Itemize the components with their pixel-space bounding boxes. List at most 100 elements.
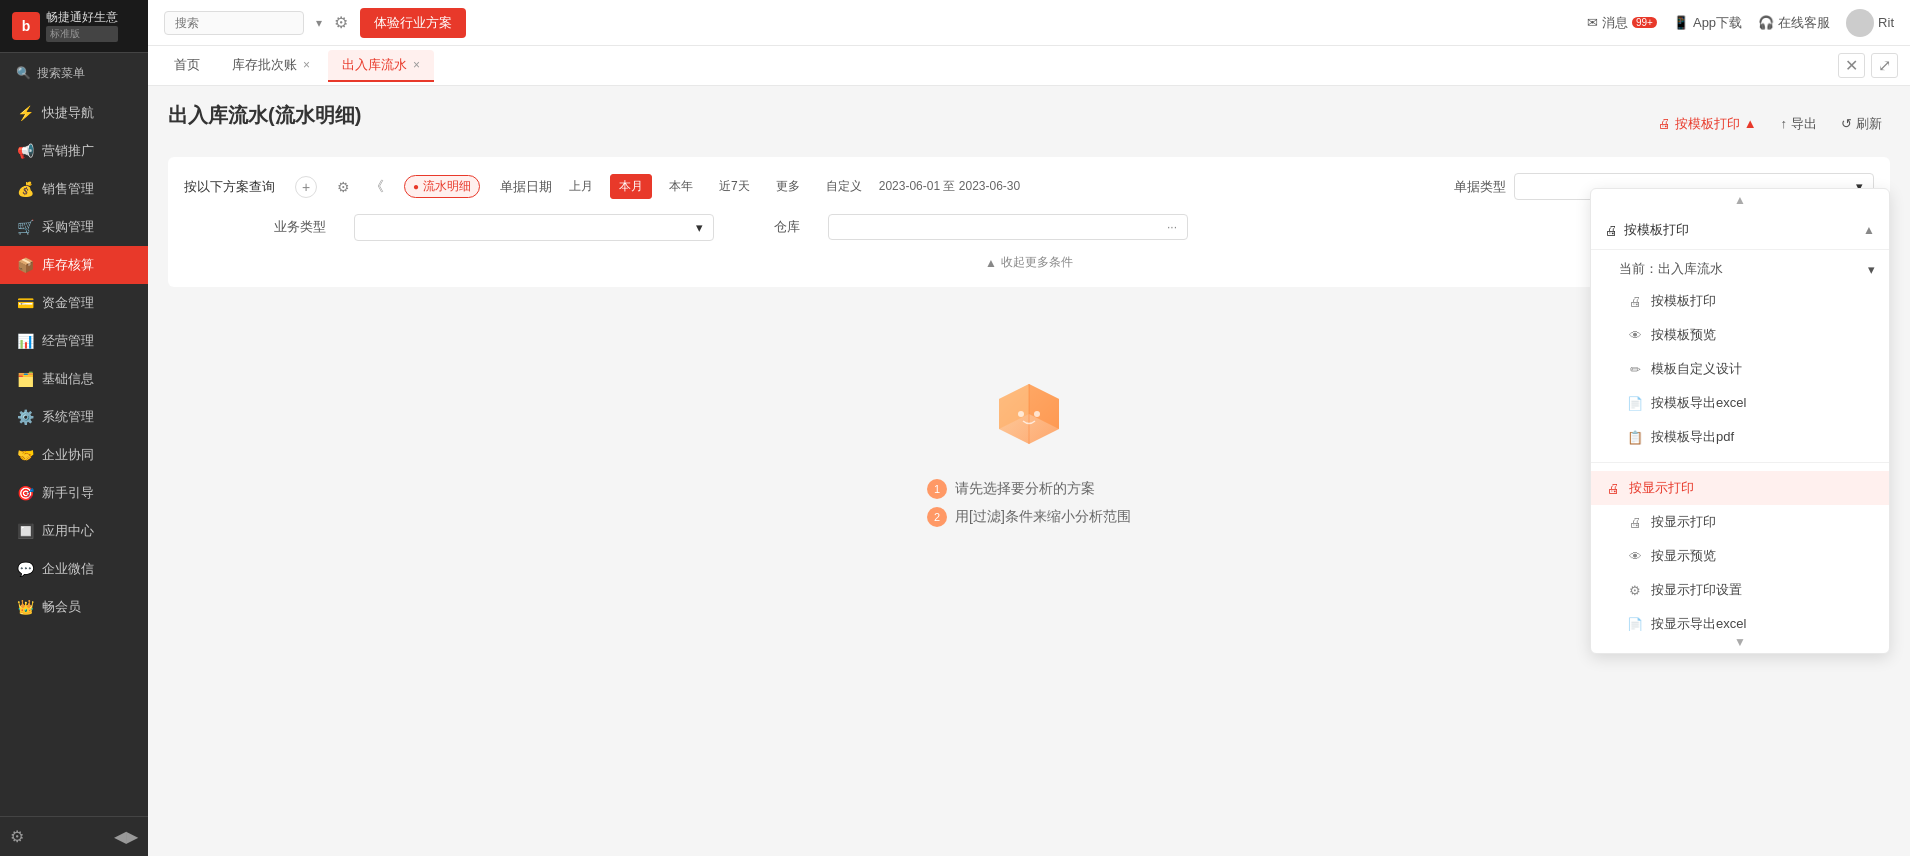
dropdown-item-template-excel[interactable]: 📄 按模板导出excel	[1591, 386, 1889, 420]
refresh-label: 刷新	[1856, 115, 1882, 133]
print-header-icon: 🖨	[1605, 223, 1618, 238]
dropdown-item-display-excel[interactable]: 📄 按显示导出excel	[1591, 607, 1889, 631]
date-btn-last-month[interactable]: 上月	[560, 174, 602, 199]
avatar-image	[1846, 9, 1874, 37]
inventory-icon: 📦	[16, 256, 34, 274]
template-pdf-item-label: 按模板导出pdf	[1651, 428, 1734, 446]
filter-tag[interactable]: ● 流水明细	[404, 175, 480, 198]
step-1-text: 请先选择要分析的方案	[955, 480, 1095, 498]
sidebar-item-marketing[interactable]: 📢 营销推广	[0, 132, 148, 170]
dropdown-item-template-pdf[interactable]: 📋 按模板导出pdf	[1591, 420, 1889, 454]
collapse-button[interactable]: ▲ 收起更多条件	[985, 254, 1073, 271]
sidebar-item-label: 营销推广	[42, 142, 94, 160]
filter-gear-icon[interactable]: ⚙	[337, 179, 350, 195]
message-label: 消息	[1602, 14, 1628, 32]
page-title: 出入库流水(流水明细)	[168, 102, 361, 129]
date-btn-7days[interactable]: 近7天	[710, 174, 759, 199]
filter-collapse-icon[interactable]: 《	[370, 178, 384, 196]
refresh-button[interactable]: ↺ 刷新	[1833, 111, 1890, 137]
template-custom-item-icon: ✏	[1627, 361, 1643, 377]
topbar-gear-icon[interactable]: ⚙	[334, 13, 348, 32]
warehouse-label: 仓库	[774, 218, 800, 236]
tab-batch-account-label: 库存批次账	[232, 56, 297, 74]
tab-batch-account-close[interactable]: ×	[303, 58, 310, 72]
topbar-dropdown-arrow[interactable]: ▾	[316, 16, 322, 30]
business-type-select[interactable]: ▾	[354, 214, 714, 241]
business-type-label: 业务类型	[274, 218, 326, 236]
sidebar-item-newbie[interactable]: 🎯 新手引导	[0, 474, 148, 512]
warehouse-select[interactable]: ···	[828, 214, 1188, 240]
template-print-button[interactable]: 🖨 按模板打印 ▲	[1650, 111, 1765, 137]
dropdown-item-display-print[interactable]: 🖨 按显示打印	[1591, 505, 1889, 539]
trial-button[interactable]: 体验行业方案	[360, 8, 466, 38]
app-download-button[interactable]: 📱 App下载	[1673, 14, 1742, 32]
tab-flow-close[interactable]: ×	[413, 58, 420, 72]
sidebar-item-wechat[interactable]: 💬 企业微信	[0, 550, 148, 588]
display-print-settings-item-label: 按显示打印设置	[1651, 581, 1742, 599]
main-content: ▾ ⚙ 体验行业方案 ✉ 消息 99+ 📱 App下载 🎧 在线客服 Rit	[148, 0, 1910, 856]
online-service-button[interactable]: 🎧 在线客服	[1758, 14, 1830, 32]
display-preview-item-label: 按显示预览	[1651, 547, 1716, 565]
sidebar-item-finance[interactable]: 💳 资金管理	[0, 284, 148, 322]
empty-step-2: 2 用[过滤]条件来缩小分析范围	[927, 507, 1131, 527]
dropdown-item-template-preview[interactable]: 👁 按模板预览	[1591, 318, 1889, 352]
service-icon: 🎧	[1758, 15, 1774, 30]
date-btn-current-month[interactable]: 本月	[610, 174, 652, 199]
online-service-label: 在线客服	[1778, 14, 1830, 32]
sidebar-item-operations[interactable]: 📊 经营管理	[0, 322, 148, 360]
sidebar-item-vip[interactable]: 👑 畅会员	[0, 588, 148, 626]
date-range: 2023-06-01 至 2023-06-30	[879, 178, 1020, 195]
dropdown-item-template-print[interactable]: 🖨 按模板打印	[1591, 284, 1889, 318]
scroll-down-button[interactable]: ▼	[1591, 631, 1889, 653]
sidebar-item-enterprise[interactable]: 🤝 企业协同	[0, 436, 148, 474]
sidebar-item-sales[interactable]: 💰 销售管理	[0, 170, 148, 208]
sidebar-item-purchase[interactable]: 🛒 采购管理	[0, 208, 148, 246]
print-dropdown-panel: ▲ 🖨 按模板打印 ▲ 当前：出入库流水 ▾	[1590, 188, 1890, 654]
template-preview-item-label: 按模板预览	[1651, 326, 1716, 344]
tab-home[interactable]: 首页	[160, 50, 214, 82]
sidebar-item-label: 企业微信	[42, 560, 94, 578]
tab-batch-account[interactable]: 库存批次账 ×	[218, 50, 324, 82]
filter-add-button[interactable]: +	[295, 176, 317, 198]
sidebar-item-label: 新手引导	[42, 484, 94, 502]
app-logo: b 畅捷通好生意 标准版	[0, 0, 148, 53]
user-avatar[interactable]: Rit	[1846, 9, 1894, 37]
tab-expand-button[interactable]: ⤢	[1871, 53, 1898, 78]
sidebar-search-button[interactable]: 🔍 搜索菜单	[10, 61, 138, 86]
tab-close-all-button[interactable]: ✕	[1838, 53, 1865, 78]
sidebar-item-basics[interactable]: 🗂️ 基础信息	[0, 360, 148, 398]
dropdown-item-template-custom[interactable]: ✏ 模板自定义设计	[1591, 352, 1889, 386]
date-btn-current-year[interactable]: 本年	[660, 174, 702, 199]
sidebar-item-system[interactable]: ⚙️ 系统管理	[0, 398, 148, 436]
sidebar-item-app-center[interactable]: 🔲 应用中心	[0, 512, 148, 550]
scroll-up-button[interactable]: ▲	[1591, 189, 1889, 211]
sidebar-item-quick-nav[interactable]: ⚡ 快捷导航	[0, 94, 148, 132]
dropdown-item-display-print-settings[interactable]: ⚙ 按显示打印设置	[1591, 573, 1889, 607]
date-btn-custom[interactable]: 自定义	[817, 174, 871, 199]
export-label: 导出	[1791, 115, 1817, 133]
dropdown-item-display-preview[interactable]: 👁 按显示预览	[1591, 539, 1889, 573]
settings-icon[interactable]: ⚙	[10, 827, 24, 846]
finance-icon: 💳	[16, 294, 34, 312]
basics-icon: 🗂️	[16, 370, 34, 388]
display-print-section-icon: 🖨	[1605, 480, 1621, 496]
search-icon: 🔍	[16, 66, 31, 80]
filter-tag-dot: ●	[413, 181, 419, 192]
topbar-search-input[interactable]	[164, 11, 304, 35]
dropdown-section-1: 当前：出入库流水 ▾ 🖨 按模板打印 👁 按模板预览 ✏ 模板自定义	[1591, 250, 1889, 458]
date-btn-more[interactable]: 更多	[767, 174, 809, 199]
dropdown-close-arrow[interactable]: ▲	[1863, 223, 1875, 237]
display-excel-item-label: 按显示导出excel	[1651, 615, 1746, 631]
message-button[interactable]: ✉ 消息 99+	[1587, 14, 1657, 32]
dropdown-title-text: 按模板打印	[1624, 221, 1689, 239]
display-print-item-icon: 🖨	[1627, 514, 1643, 530]
chevron-up-icon: ▲	[1744, 116, 1757, 131]
export-button[interactable]: ↑ 导出	[1773, 111, 1826, 137]
app-download-icon: 📱	[1673, 15, 1689, 30]
sidebar-item-inventory[interactable]: 📦 库存核算	[0, 246, 148, 284]
tab-flow[interactable]: 出入库流水 ×	[328, 50, 434, 82]
dropdown-section-2-title[interactable]: 🖨 按显示打印	[1591, 471, 1889, 505]
warehouse-more-button[interactable]: ···	[1167, 220, 1177, 234]
sidebar-item-label: 企业协同	[42, 446, 94, 464]
collapse-icon[interactable]: ◀▶	[114, 827, 138, 846]
